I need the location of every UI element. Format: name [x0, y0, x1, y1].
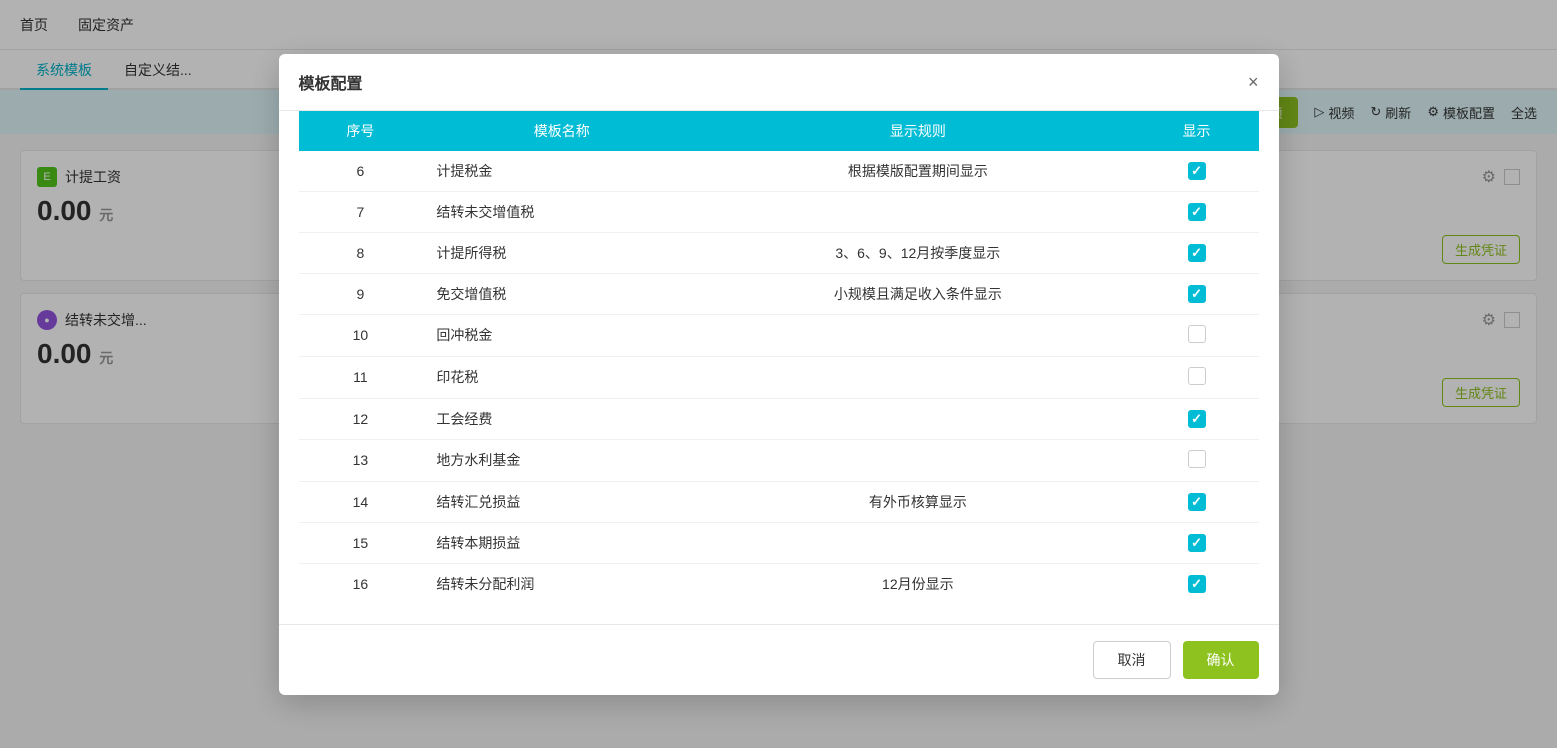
cell-name: 结转未交增值税: [422, 191, 701, 232]
cell-name: 工会经费: [422, 398, 701, 439]
cell-rule: [701, 191, 1135, 232]
cell-check: [1135, 191, 1259, 232]
modal-header: 模板配置 ×: [279, 54, 1279, 111]
cell-id: 8: [299, 232, 423, 273]
table-header-row: 序号 模板名称 显示规则 显示: [299, 111, 1259, 151]
cell-name: 免交增值税: [422, 273, 701, 314]
checkbox-8[interactable]: [1188, 244, 1206, 262]
cell-rule: [701, 398, 1135, 439]
cell-rule: [701, 314, 1135, 356]
cell-check: [1135, 273, 1259, 314]
cell-check: [1135, 563, 1259, 604]
cell-check: [1135, 522, 1259, 563]
cell-id: 13: [299, 439, 423, 481]
cell-check: [1135, 398, 1259, 439]
checkbox-6[interactable]: [1188, 162, 1206, 180]
cell-id: 14: [299, 481, 423, 522]
cell-id: 6: [299, 151, 423, 192]
cell-rule: [701, 356, 1135, 398]
modal-footer: 取消 确认: [279, 624, 1279, 695]
checkbox-13[interactable]: [1188, 450, 1206, 468]
modal-template-config: 模板配置 × 序号 模板名称 显示规则 显示 6计提税金根据模版配置期间: [279, 54, 1279, 695]
table-row: 9免交增值税小规模且满足收入条件显示: [299, 273, 1259, 314]
table-row: 11印花税: [299, 356, 1259, 398]
cell-rule: 根据模版配置期间显示: [701, 151, 1135, 192]
modal-body: 序号 模板名称 显示规则 显示 6计提税金根据模版配置期间显示7结转未交增值税8…: [279, 111, 1279, 624]
table-row: 13地方水利基金: [299, 439, 1259, 481]
modal-close-button[interactable]: ×: [1248, 73, 1259, 91]
cell-name: 结转未分配利润: [422, 563, 701, 604]
cell-id: 16: [299, 563, 423, 604]
cell-name: 计提税金: [422, 151, 701, 192]
col-header-rule: 显示规则: [701, 111, 1135, 151]
cell-check: [1135, 439, 1259, 481]
checkbox-10[interactable]: [1188, 325, 1206, 343]
checkbox-15[interactable]: [1188, 534, 1206, 552]
checkbox-16[interactable]: [1188, 575, 1206, 593]
cell-name: 结转汇兑损益: [422, 481, 701, 522]
table-row: 8计提所得税3、6、9、12月按季度显示: [299, 232, 1259, 273]
cell-check: [1135, 481, 1259, 522]
modal-overlay: 模板配置 × 序号 模板名称 显示规则 显示 6计提税金根据模版配置期间: [0, 0, 1557, 748]
cell-name: 地方水利基金: [422, 439, 701, 481]
confirm-button[interactable]: 确认: [1183, 641, 1259, 679]
cell-rule: 3、6、9、12月按季度显示: [701, 232, 1135, 273]
cell-check: [1135, 314, 1259, 356]
cancel-button[interactable]: 取消: [1093, 641, 1171, 679]
cell-check: [1135, 232, 1259, 273]
table-row: 10回冲税金: [299, 314, 1259, 356]
col-header-id: 序号: [299, 111, 423, 151]
checkbox-12[interactable]: [1188, 410, 1206, 428]
cell-id: 9: [299, 273, 423, 314]
cell-id: 7: [299, 191, 423, 232]
cell-id: 15: [299, 522, 423, 563]
cell-name: 印花税: [422, 356, 701, 398]
config-table: 序号 模板名称 显示规则 显示 6计提税金根据模版配置期间显示7结转未交增值税8…: [299, 111, 1259, 604]
cell-id: 11: [299, 356, 423, 398]
table-body: 6计提税金根据模版配置期间显示7结转未交增值税8计提所得税3、6、9、12月按季…: [299, 151, 1259, 604]
cell-rule: [701, 439, 1135, 481]
cell-rule: 有外币核算显示: [701, 481, 1135, 522]
cell-rule: [701, 522, 1135, 563]
cell-check: [1135, 356, 1259, 398]
modal-title: 模板配置: [299, 70, 363, 94]
cell-rule: 小规模且满足收入条件显示: [701, 273, 1135, 314]
cell-name: 结转本期损益: [422, 522, 701, 563]
col-header-display: 显示: [1135, 111, 1259, 151]
checkbox-11[interactable]: [1188, 367, 1206, 385]
checkbox-14[interactable]: [1188, 493, 1206, 511]
checkbox-7[interactable]: [1188, 203, 1206, 221]
cell-name: 回冲税金: [422, 314, 701, 356]
cell-id: 12: [299, 398, 423, 439]
table-row: 7结转未交增值税: [299, 191, 1259, 232]
table-row: 15结转本期损益: [299, 522, 1259, 563]
cell-rule: 12月份显示: [701, 563, 1135, 604]
table-row: 14结转汇兑损益有外币核算显示: [299, 481, 1259, 522]
table-row: 12工会经费: [299, 398, 1259, 439]
table-row: 6计提税金根据模版配置期间显示: [299, 151, 1259, 192]
checkbox-9[interactable]: [1188, 285, 1206, 303]
cell-name: 计提所得税: [422, 232, 701, 273]
cell-check: [1135, 151, 1259, 192]
background-page: 首页 固定资产 系统模板 自定义结... 测算金额 ▷ 视频 ↻ 刷新 ⚙ 模板…: [0, 0, 1557, 748]
col-header-name: 模板名称: [422, 111, 701, 151]
table-row: 16结转未分配利润12月份显示: [299, 563, 1259, 604]
cell-id: 10: [299, 314, 423, 356]
